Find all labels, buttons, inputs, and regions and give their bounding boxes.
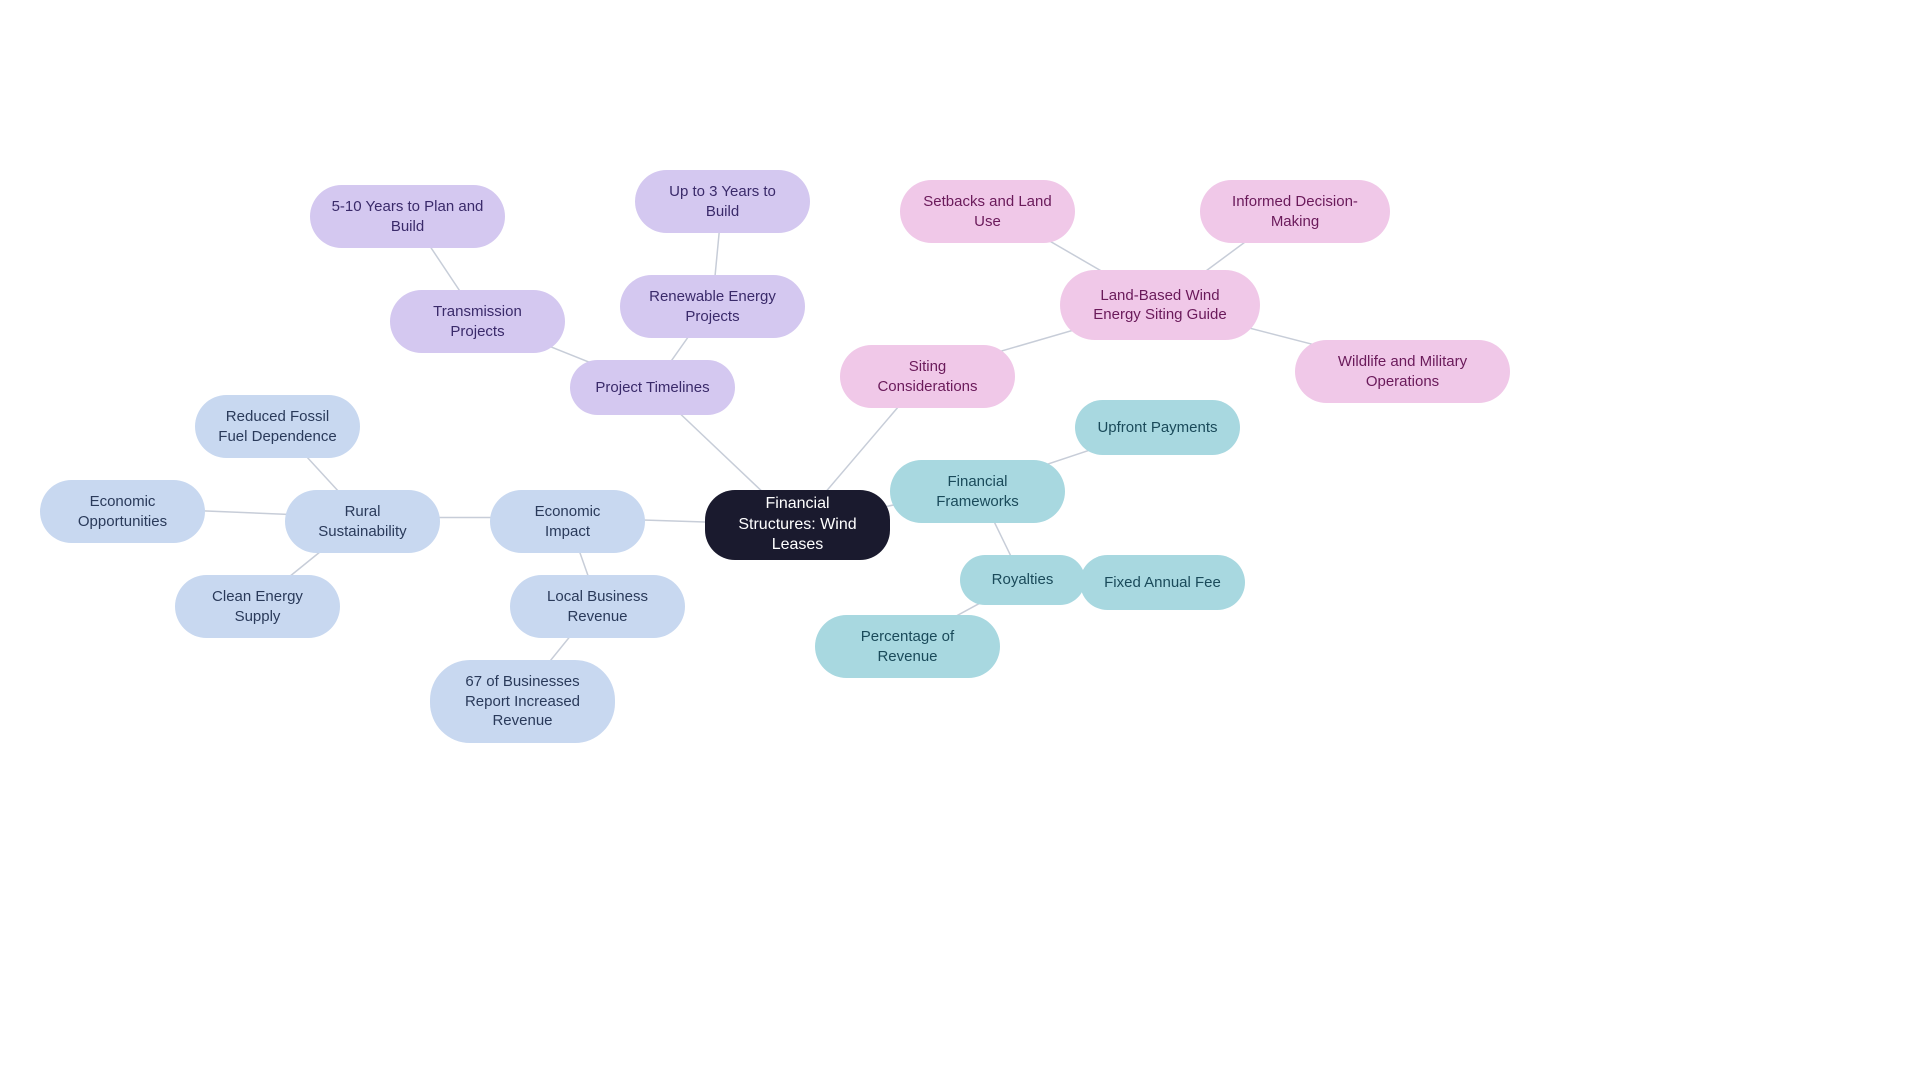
node-upfront_payments[interactable]: Upfront Payments	[1075, 400, 1240, 455]
node-label-project_timelines: Project Timelines	[595, 378, 709, 398]
node-setbacks_land_use[interactable]: Setbacks and Land Use	[900, 180, 1075, 243]
node-label-financial_frameworks: Financial Frameworks	[910, 472, 1045, 511]
node-financial_frameworks[interactable]: Financial Frameworks	[890, 460, 1065, 523]
node-rural_sustainability[interactable]: Rural Sustainability	[285, 490, 440, 553]
node-local_business_revenue[interactable]: Local Business Revenue	[510, 575, 685, 638]
connections-svg	[0, 0, 1920, 1083]
node-percentage_of_revenue[interactable]: Percentage of Revenue	[815, 615, 1000, 678]
node-five_ten_years[interactable]: 5-10 Years to Plan and Build	[310, 185, 505, 248]
node-label-local_business_revenue: Local Business Revenue	[530, 587, 665, 626]
node-siting_considerations[interactable]: Siting Considerations	[840, 345, 1015, 408]
node-label-up_to_3_years: Up to 3 Years to Build	[655, 182, 790, 221]
node-wildlife_military[interactable]: Wildlife and Military Operations	[1295, 340, 1510, 403]
node-informed_decision[interactable]: Informed Decision-Making	[1200, 180, 1390, 243]
node-transmission_projects[interactable]: Transmission Projects	[390, 290, 565, 353]
mindmap-container: Financial Structures: Wind Leases Project…	[0, 0, 1920, 1083]
node-label-transmission_projects: Transmission Projects	[410, 302, 545, 341]
node-label-center: Financial Structures: Wind Leases	[725, 494, 870, 556]
node-label-renewable_energy_projects: Renewable Energy Projects	[640, 287, 785, 326]
node-economic_impact[interactable]: Economic Impact	[490, 490, 645, 553]
node-label-upfront_payments: Upfront Payments	[1097, 418, 1217, 438]
node-project_timelines[interactable]: Project Timelines	[570, 360, 735, 415]
node-label-land_based_wind: Land-Based Wind Energy Siting Guide	[1080, 286, 1240, 325]
node-label-clean_energy_supply: Clean Energy Supply	[195, 587, 320, 626]
node-reduced_fossil[interactable]: Reduced Fossil Fuel Dependence	[195, 395, 360, 458]
node-economic_opportunities[interactable]: Economic Opportunities	[40, 480, 205, 543]
node-label-percentage_of_revenue: Percentage of Revenue	[835, 627, 980, 666]
node-label-reduced_fossil: Reduced Fossil Fuel Dependence	[215, 407, 340, 446]
node-label-setbacks_land_use: Setbacks and Land Use	[920, 192, 1055, 231]
node-label-informed_decision: Informed Decision-Making	[1220, 192, 1370, 231]
node-label-businesses_report: 67 of Businesses Report Increased Revenu…	[450, 672, 595, 731]
node-label-economic_impact: Economic Impact	[510, 502, 625, 541]
node-label-fixed_annual_fee: Fixed Annual Fee	[1104, 573, 1221, 593]
node-label-economic_opportunities: Economic Opportunities	[60, 492, 185, 531]
node-label-wildlife_military: Wildlife and Military Operations	[1315, 352, 1490, 391]
node-clean_energy_supply[interactable]: Clean Energy Supply	[175, 575, 340, 638]
node-fixed_annual_fee[interactable]: Fixed Annual Fee	[1080, 555, 1245, 610]
node-label-rural_sustainability: Rural Sustainability	[305, 502, 420, 541]
node-royalties[interactable]: Royalties	[960, 555, 1085, 605]
node-businesses_report[interactable]: 67 of Businesses Report Increased Revenu…	[430, 660, 615, 743]
node-land_based_wind[interactable]: Land-Based Wind Energy Siting Guide	[1060, 270, 1260, 340]
node-up_to_3_years[interactable]: Up to 3 Years to Build	[635, 170, 810, 233]
node-center[interactable]: Financial Structures: Wind Leases	[705, 490, 890, 560]
node-label-five_ten_years: 5-10 Years to Plan and Build	[330, 197, 485, 236]
node-renewable_energy_projects[interactable]: Renewable Energy Projects	[620, 275, 805, 338]
node-label-siting_considerations: Siting Considerations	[860, 357, 995, 396]
node-label-royalties: Royalties	[992, 570, 1054, 590]
